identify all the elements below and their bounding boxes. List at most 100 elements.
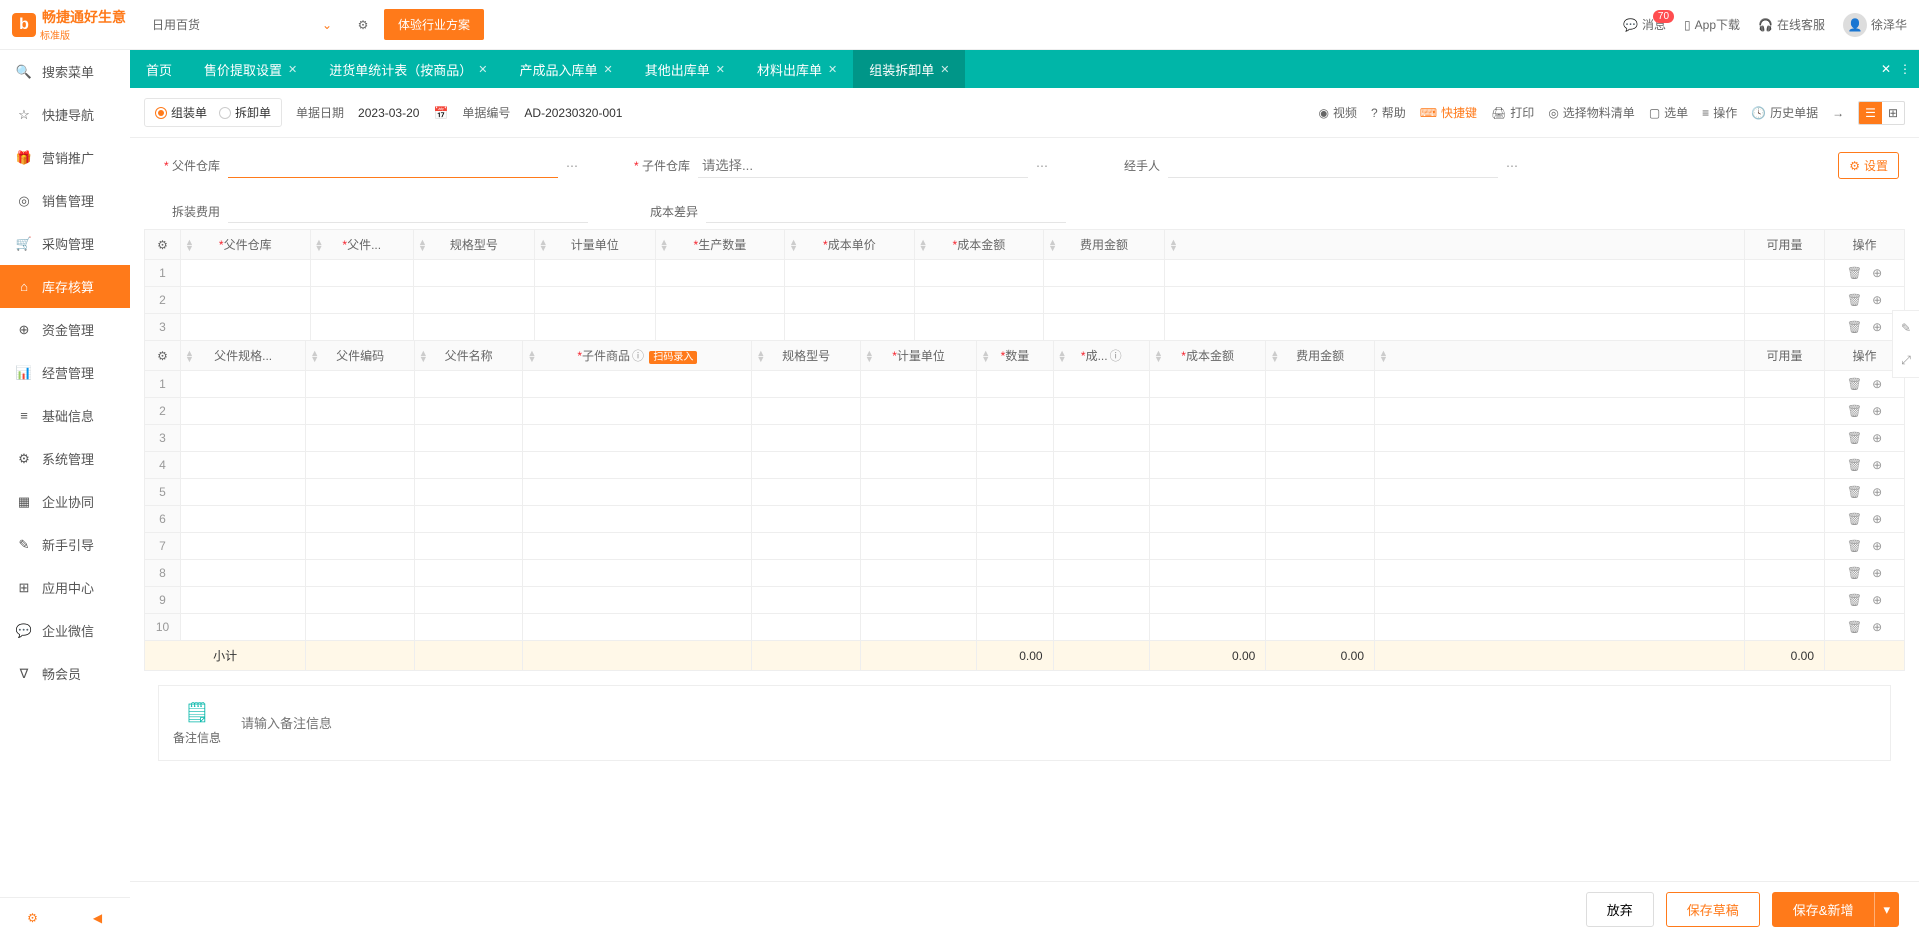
table-row[interactable]: 1🗑⊕: [145, 371, 1905, 398]
save-draft-button[interactable]: 保存草稿: [1666, 892, 1760, 927]
col-parent[interactable]: ▲▼*父件...: [310, 230, 413, 260]
operate-button[interactable]: ≡ 操作: [1702, 104, 1737, 121]
col-qty[interactable]: ▲▼*数量: [977, 341, 1053, 371]
settings-button[interactable]: ⚙ 设置: [1838, 152, 1899, 179]
col-cost[interactable]: ▲▼*成...ⓘ: [1053, 341, 1149, 371]
sidebar-item-8[interactable]: ≡基础信息: [0, 394, 130, 437]
message-button[interactable]: 💬 消息 70: [1623, 16, 1666, 33]
radio-disassemble[interactable]: 拆卸单: [219, 104, 271, 121]
tab-close-all-icon[interactable]: ✕: [1881, 62, 1891, 76]
col-parent-wh[interactable]: ▲▼*父件仓库: [181, 230, 311, 260]
delete-icon[interactable]: 🗑: [1847, 320, 1862, 334]
delete-icon[interactable]: 🗑: [1847, 431, 1862, 445]
table-row[interactable]: 3🗑⊕: [145, 425, 1905, 452]
delete-icon[interactable]: 🗑: [1847, 539, 1862, 553]
rail-expand-icon[interactable]: ⤢: [1897, 351, 1915, 369]
tab-4[interactable]: 其他出库单✕: [629, 50, 741, 88]
col-unit-cost[interactable]: ▲▼*成本单价: [785, 230, 915, 260]
parent-wh-picker-icon[interactable]: ⋯: [566, 159, 580, 173]
help-button[interactable]: ? 帮助: [1371, 104, 1406, 121]
tab-3[interactable]: 产成品入库单✕: [503, 50, 628, 88]
add-icon[interactable]: ⊕: [1872, 293, 1882, 307]
table-row[interactable]: 9🗑⊕: [145, 587, 1905, 614]
select-doc-button[interactable]: ▢ 选单: [1649, 104, 1688, 121]
handler-picker-icon[interactable]: ⋯: [1506, 159, 1520, 173]
sidebar-item-1[interactable]: ☆快捷导航: [0, 93, 130, 136]
tab-0[interactable]: 首页: [130, 50, 188, 88]
table-row[interactable]: 10🗑⊕: [145, 614, 1905, 641]
history-button[interactable]: 🕓 历史单据: [1751, 104, 1818, 121]
sidebar-item-11[interactable]: ✎新手引导: [0, 523, 130, 566]
col-fee-amt[interactable]: ▲▼费用金额: [1266, 341, 1375, 371]
sidebar-item-7[interactable]: 📊经营管理: [0, 351, 130, 394]
sidebar-collapse-button[interactable]: ◀: [65, 898, 130, 937]
col-cost-amt[interactable]: ▲▼*成本金额: [914, 230, 1044, 260]
save-new-dropdown[interactable]: ▾: [1874, 892, 1899, 927]
rail-edit-icon[interactable]: ✎: [1897, 319, 1915, 337]
table-row[interactable]: 8🗑⊕: [145, 560, 1905, 587]
tab-more-icon[interactable]: ⋮: [1899, 62, 1911, 76]
sidebar-settings-button[interactable]: ⚙: [0, 898, 65, 937]
sidebar-item-4[interactable]: 🛒采购管理: [0, 222, 130, 265]
tab-close-icon[interactable]: ✕: [828, 63, 837, 76]
add-icon[interactable]: ⊕: [1872, 404, 1882, 418]
remarks-input[interactable]: [241, 716, 1876, 731]
add-icon[interactable]: ⊕: [1872, 266, 1882, 280]
col-child-item[interactable]: ▲▼*子件商品ⓘ 扫码录入: [523, 341, 752, 371]
table-row[interactable]: 3🗑⊕: [145, 314, 1905, 341]
table-gear-button[interactable]: ⚙: [145, 341, 181, 371]
tab-close-icon[interactable]: ✕: [940, 63, 949, 76]
discard-button[interactable]: 放弃: [1586, 892, 1654, 927]
online-service-button[interactable]: 🎧 在线客服: [1758, 16, 1825, 33]
delete-icon[interactable]: 🗑: [1847, 377, 1862, 391]
sidebar-item-0[interactable]: 🔍搜索菜单: [0, 50, 130, 93]
sidebar-item-6[interactable]: ⊕资金管理: [0, 308, 130, 351]
add-icon[interactable]: ⊕: [1872, 539, 1882, 553]
sidebar-item-9[interactable]: ⚙系统管理: [0, 437, 130, 480]
add-icon[interactable]: ⊕: [1872, 593, 1882, 607]
add-icon[interactable]: ⊕: [1872, 458, 1882, 472]
tab-5[interactable]: 材料出库单✕: [741, 50, 853, 88]
sidebar-item-13[interactable]: 💬企业微信: [0, 609, 130, 652]
delete-icon[interactable]: 🗑: [1847, 620, 1862, 634]
shortcut-button[interactable]: ⌨ 快捷键: [1420, 104, 1477, 121]
col-unit[interactable]: ▲▼*计量单位: [860, 341, 976, 371]
print-button[interactable]: 🖨 打印: [1491, 104, 1534, 121]
col-cost-amt[interactable]: ▲▼*成本金额: [1149, 341, 1265, 371]
sidebar-item-3[interactable]: ◎销售管理: [0, 179, 130, 222]
delete-icon[interactable]: 🗑: [1847, 266, 1862, 280]
sidebar-item-10[interactable]: ▦企业协同: [0, 480, 130, 523]
delete-icon[interactable]: 🗑: [1847, 566, 1862, 580]
add-icon[interactable]: ⊕: [1872, 566, 1882, 580]
table-row[interactable]: 1🗑⊕: [145, 260, 1905, 287]
tab-6[interactable]: 组装拆卸单✕: [853, 50, 965, 88]
add-icon[interactable]: ⊕: [1872, 620, 1882, 634]
view-list-icon[interactable]: ☰: [1859, 102, 1882, 124]
table-row[interactable]: 4🗑⊕: [145, 452, 1905, 479]
delete-icon[interactable]: 🗑: [1847, 512, 1862, 526]
tab-1[interactable]: 售价提取设置✕: [188, 50, 313, 88]
col-spec[interactable]: ▲▼规格型号: [752, 341, 861, 371]
parent-wh-input[interactable]: [228, 154, 558, 178]
delete-icon[interactable]: 🗑: [1847, 485, 1862, 499]
tab-2[interactable]: 进货单统计表（按商品）✕: [313, 50, 503, 88]
tab-close-icon[interactable]: ✕: [604, 63, 613, 76]
child-wh-picker-icon[interactable]: ⋯: [1036, 159, 1050, 173]
gear-icon[interactable]: ⚙: [348, 10, 378, 40]
child-wh-input[interactable]: [698, 154, 1028, 178]
trial-button[interactable]: 体验行业方案: [384, 9, 484, 40]
table-row[interactable]: 7🗑⊕: [145, 533, 1905, 560]
col-spec[interactable]: ▲▼规格型号: [413, 230, 534, 260]
delete-icon[interactable]: 🗑: [1847, 293, 1862, 307]
col-qty[interactable]: ▲▼*生产数量: [655, 230, 785, 260]
user-menu[interactable]: 👤 徐泽华: [1843, 13, 1907, 37]
cost-diff-input[interactable]: [706, 199, 1066, 223]
delete-icon[interactable]: 🗑: [1847, 404, 1862, 418]
radio-assemble[interactable]: 组装单: [155, 104, 207, 121]
app-download-button[interactable]: ▯ App下载: [1684, 16, 1740, 33]
table-row[interactable]: 2🗑⊕: [145, 287, 1905, 314]
video-button[interactable]: ◉ 视频: [1319, 104, 1358, 121]
calendar-icon[interactable]: 📅: [433, 106, 448, 120]
sidebar-item-14[interactable]: ∇畅会员: [0, 652, 130, 695]
select-material-button[interactable]: ◎ 选择物料清单: [1548, 104, 1635, 121]
